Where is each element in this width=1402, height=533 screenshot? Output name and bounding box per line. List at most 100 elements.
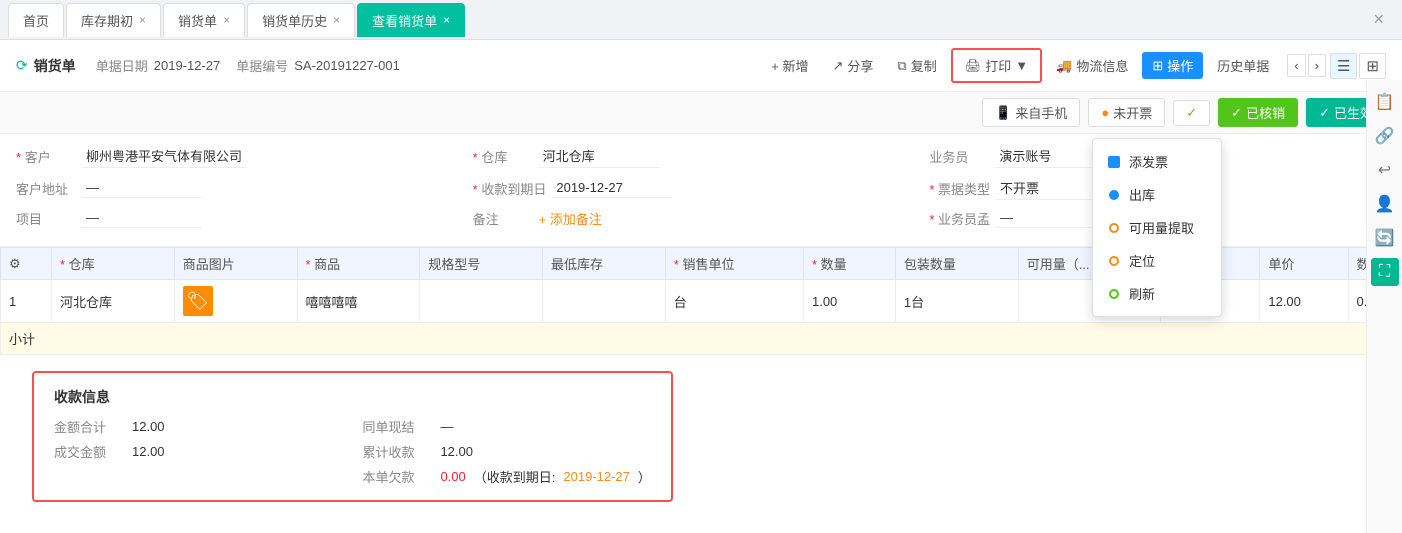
add-note-button[interactable]: + 添加备注 [539,209,602,228]
due-this-note: （收款到期日: [474,467,556,486]
tab-inventory-close[interactable]: × [139,13,146,27]
th-qty: * 数量 [803,248,895,280]
checked-label: 已核销 [1246,103,1285,122]
available-label: 可用量提取 [1129,218,1194,237]
new-button[interactable]: + 新增 [761,52,818,79]
prev-button[interactable]: ‹ [1287,54,1305,77]
ticket-type-label: * 票据类型 [929,179,990,198]
history-button[interactable]: 历史单据 [1207,52,1279,79]
list-view-button[interactable]: ☰ [1330,53,1357,79]
logistics-label: 物流信息 [1076,56,1128,75]
operation-dropdown: 添发票 出库 可用量提取 定位 刷新 [1092,138,1222,317]
cell-min-stock [543,280,666,323]
tab-history[interactable]: 销货单历史 × [247,3,355,37]
total-amount-label: 金额合计 [54,417,124,436]
tab-view-sales-label: 查看销货单 [372,11,437,30]
copy-button[interactable]: ⧉ 复制 [887,52,946,79]
grid-view-button[interactable]: ⊞ [1359,53,1386,79]
payment-date-label: * 收款到期日 [473,179,547,198]
tab-sales-label: 销货单 [178,11,217,30]
dropdown-locate[interactable]: 定位 [1093,244,1221,277]
logistics-button[interactable]: 🚚 物流信息 [1046,52,1138,79]
dropdown-refresh[interactable]: 刷新 [1093,277,1221,310]
customer-field: * * 客户 客户 柳州粤港平安气体有限公司 [16,144,473,168]
th-product: * 商品 [297,248,420,280]
sidebar-icon-user[interactable]: 👤 [1371,190,1399,218]
square-icon [1108,156,1120,168]
th-pkg-qty: 包装数量 [895,248,1018,280]
tab-home[interactable]: 首页 [8,3,64,37]
dropdown-add-invoice[interactable]: 添发票 [1093,145,1221,178]
sidebar-icon-sync[interactable]: 🔄 [1371,224,1399,252]
sidebar-icon-return[interactable]: ↩ [1371,156,1399,184]
share-label: 分享 [847,56,873,75]
th-settings[interactable]: ⚙ [1,248,52,280]
tab-view-sales-close[interactable]: × [443,13,450,27]
note-label: 备注 [473,209,533,228]
tab-home-label: 首页 [23,11,49,30]
cell-product-name: 嘻嘻嘻嘻 [297,280,420,323]
outbound-label: 出库 [1129,185,1155,204]
note-field: 备注 + 添加备注 [473,209,930,228]
doc-number-field: 单据编号 SA-20191227-001 [236,56,400,75]
history-label: 历史单据 [1217,56,1269,75]
check-complete-button[interactable]: ✓ [1173,100,1210,126]
same-order-label: 同单现结 [362,417,432,436]
doc-date-value: 2019-12-27 [154,58,221,73]
refresh-label: 刷新 [1129,284,1155,303]
payment-date-star: * [473,182,478,197]
due-this-date: 2019-12-27 [563,469,630,484]
dropdown-outbound[interactable]: 出库 [1093,178,1221,211]
tab-history-close[interactable]: × [333,13,340,27]
not-opened-button[interactable]: ● 未开票 [1088,98,1165,127]
locate-icon [1107,254,1121,268]
tab-view-sales[interactable]: 查看销货单 × [357,3,465,37]
operation-button[interactable]: ⊞ 操作 [1142,52,1203,79]
warehouse-value: 河北仓库 [539,144,659,168]
doc-number-label: 单据编号 [236,56,288,75]
window-close-button[interactable]: × [1363,9,1394,30]
print-button[interactable]: 🖨 打印 ▼ [955,52,1038,79]
product-image: 🏷 [183,286,213,316]
cell-qty: 1.00 [803,280,895,323]
doc-header: ⟳ 销货单 单据日期 2019-12-27 单据编号 SA-20191227-0… [0,40,1402,92]
subtotal-row: 小计 [1,323,1402,355]
checked-button[interactable]: ✓ 已核销 [1218,98,1298,127]
tab-inventory[interactable]: 库存期初 × [66,3,161,37]
logistics-icon: 🚚 [1056,58,1072,74]
print-label: 打印 [985,56,1011,75]
doc-icon: ⟳ [16,57,28,74]
th-unit: * 销售单位 [665,248,803,280]
share-button[interactable]: ↗ 分享 [823,52,884,79]
dropdown-available[interactable]: 可用量提取 [1093,211,1221,244]
print-icon: 🖨 [965,58,982,74]
tab-inventory-label: 库存期初 [81,11,133,30]
doc-date-field: 单据日期 2019-12-27 [96,56,221,75]
ticket-star: * [929,182,934,197]
sidebar-icon-clipboard[interactable]: 📋 [1371,88,1399,116]
address-field: 客户地址 — [16,178,473,198]
sidebar-icon-link[interactable]: 🔗 [1371,122,1399,150]
phone-icon: 📱 [995,105,1011,121]
refresh-icon [1107,287,1121,301]
main-content: ⟳ 销货单 单据日期 2019-12-27 单据编号 SA-20191227-0… [0,40,1402,533]
circle-green-icon [1109,289,1119,299]
salesperson-label: 业务员 [929,147,989,166]
doc-number-value: SA-20191227-001 [294,58,400,73]
tab-sales-close[interactable]: × [223,13,230,27]
circle-blue-icon [1109,190,1119,200]
next-button[interactable]: › [1308,54,1326,77]
total-amount-value: 12.00 [132,419,165,434]
share-icon: ↗ [833,58,844,74]
copy-label: 复制 [911,56,937,75]
sidebar-icon-expand[interactable]: ⛶ [1371,258,1399,286]
toolbar: + 新增 ↗ 分享 ⧉ 复制 🖨 打印 ▼ 🚚 物流信息 ⊞ [761,48,1386,83]
payment-date-value: 2019-12-27 [552,178,672,198]
tab-history-label: 销货单历史 [262,11,327,30]
warehouse-label: * 仓库 [473,147,533,166]
circle-orange-icon [1109,223,1119,233]
from-phone-button[interactable]: 📱 来自手机 [982,98,1080,127]
tab-sales[interactable]: 销货单 × [163,3,245,37]
add-invoice-label: 添发票 [1129,152,1168,171]
payment-grid: 金额合计 12.00 同单现结 — 成交金额 12.00 累计收款 12.00 [54,417,651,486]
